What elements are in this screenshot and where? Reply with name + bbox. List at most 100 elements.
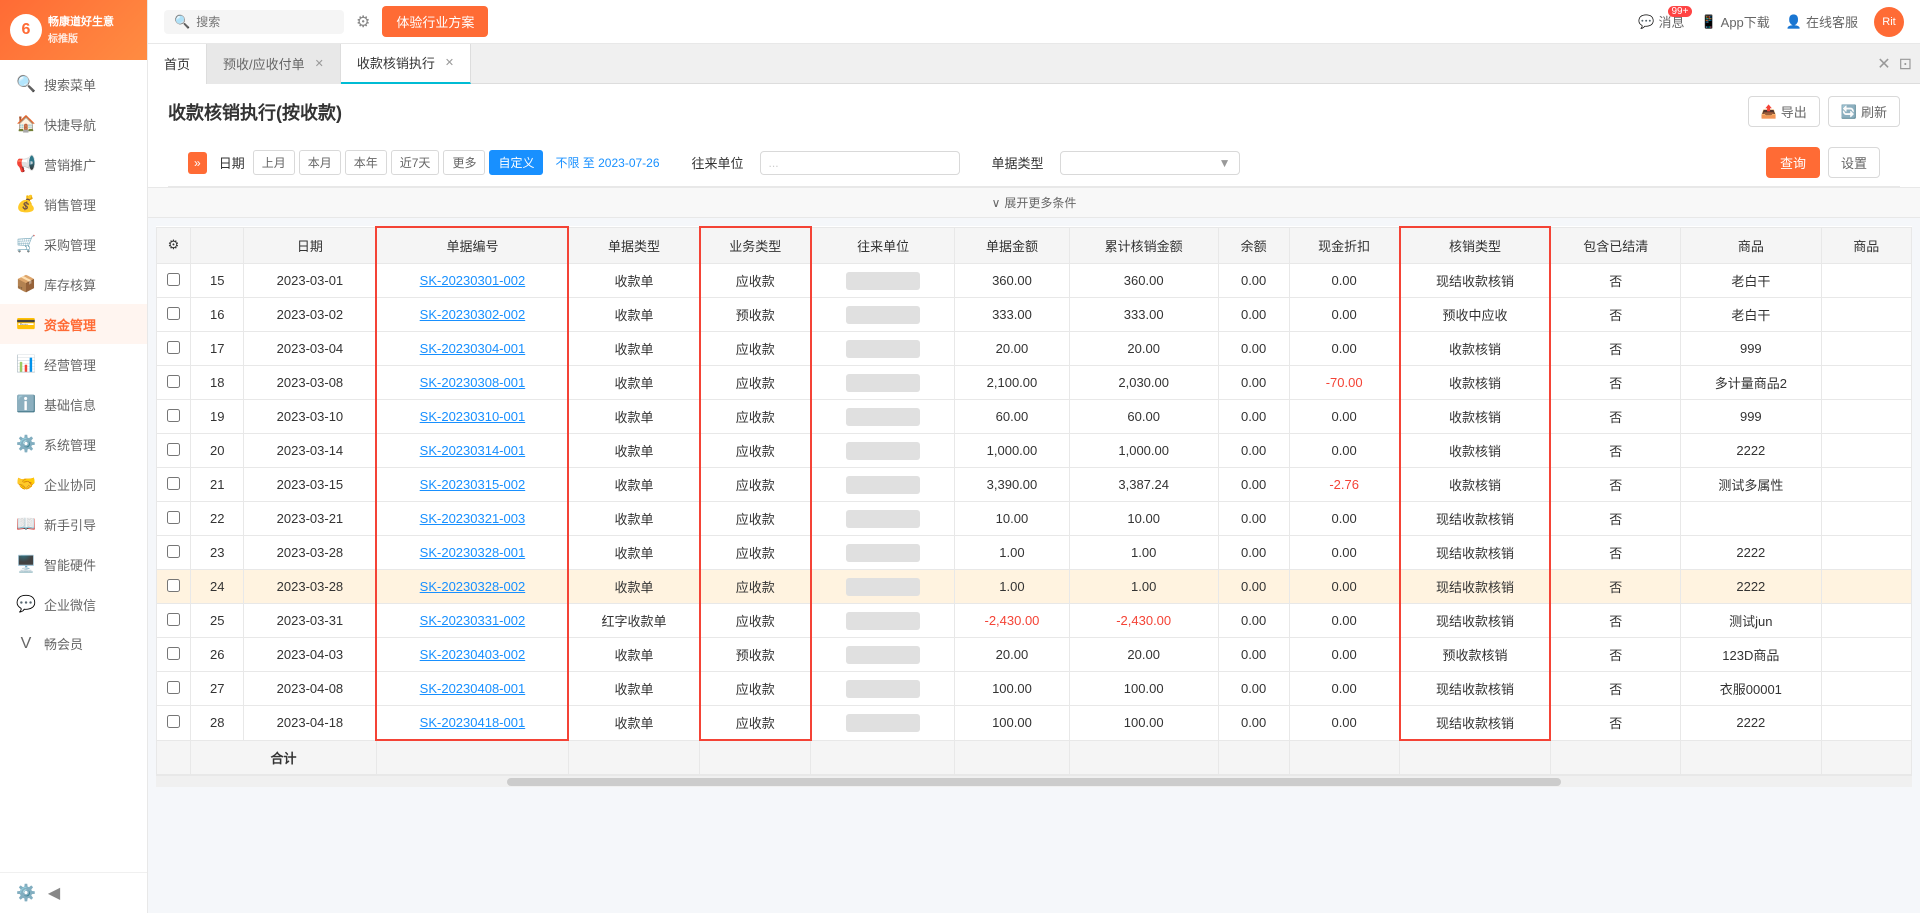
tab-prereceipt[interactable]: 预收/应收付单 ✕ <box>207 44 341 84</box>
sidebar-item-purchase[interactable]: 🛒采购管理 <box>0 224 147 264</box>
row-checkbox[interactable] <box>167 341 180 354</box>
table-settings-icon[interactable]: ⚙ <box>168 237 180 252</box>
cell-checkbox[interactable] <box>157 570 191 604</box>
tab-prereceipt-close[interactable]: ✕ <box>315 57 324 70</box>
cell-checkbox[interactable] <box>157 468 191 502</box>
settings-filter-button[interactable]: 设置 <box>1828 147 1880 178</box>
cell-checkbox[interactable] <box>157 672 191 706</box>
col-header-settings[interactable]: ⚙ <box>157 227 191 264</box>
sidebar-item-quick-nav[interactable]: 🏠快捷导航 <box>0 104 147 144</box>
date-btn-this-year[interactable]: 本年 <box>345 150 387 175</box>
row-checkbox[interactable] <box>167 647 180 660</box>
row-checkbox[interactable] <box>167 307 180 320</box>
sidebar-collapse-icon[interactable]: ◀ <box>48 883 60 903</box>
bill-no-link[interactable]: SK-20230314-001 <box>420 443 526 458</box>
bill-no-link[interactable]: SK-20230321-003 <box>420 511 526 526</box>
cell-checkbox[interactable] <box>157 502 191 536</box>
online-service-button[interactable]: 👤 在线客服 <box>1786 12 1858 31</box>
sidebar-item-operation[interactable]: 📊经营管理 <box>0 344 147 384</box>
bill-no-link[interactable]: SK-20230304-001 <box>420 341 526 356</box>
row-checkbox[interactable] <box>167 715 180 728</box>
cell-bill-no[interactable]: SK-20230310-001 <box>376 400 568 434</box>
receipt-type-select[interactable]: ▼ <box>1060 151 1240 175</box>
cell-bill-no[interactable]: SK-20230302-002 <box>376 298 568 332</box>
tab-home[interactable]: 首页 <box>148 44 207 84</box>
cell-checkbox[interactable] <box>157 400 191 434</box>
cell-bill-no[interactable]: SK-20230328-001 <box>376 536 568 570</box>
date-btn-custom[interactable]: 自定义 <box>489 150 543 175</box>
sidebar-item-search[interactable]: 🔍搜索菜单 <box>0 64 147 104</box>
scrollbar-thumb[interactable] <box>507 778 1561 786</box>
cell-checkbox[interactable] <box>157 536 191 570</box>
horizontal-scrollbar[interactable] <box>156 775 1912 787</box>
search-input[interactable] <box>196 15 316 29</box>
bill-no-link[interactable]: SK-20230418-001 <box>420 715 526 730</box>
tab-close-icon[interactable]: ✕ <box>1877 54 1890 74</box>
collapse-filter-icon[interactable]: » <box>188 152 207 174</box>
tab-expand-icon[interactable]: ⊡ <box>1899 54 1912 74</box>
cell-checkbox[interactable] <box>157 366 191 400</box>
user-avatar[interactable]: Rit <box>1874 7 1904 37</box>
tab-receipt-verify[interactable]: 收款核销执行 ✕ <box>341 44 471 84</box>
expand-conditions-button[interactable]: ∨ 展开更多条件 <box>992 194 1077 211</box>
cell-bill-no[interactable]: SK-20230408-001 <box>376 672 568 706</box>
cell-bill-no[interactable]: SK-20230304-001 <box>376 332 568 366</box>
bill-no-link[interactable]: SK-20230403-002 <box>420 647 526 662</box>
row-checkbox[interactable] <box>167 273 180 286</box>
topbar-gear-icon[interactable]: ⚙ <box>356 12 370 32</box>
tab-receipt-verify-close[interactable]: ✕ <box>445 56 454 69</box>
cell-bill-no[interactable]: SK-20230301-002 <box>376 264 568 298</box>
partner-filter-input[interactable]: ... <box>760 151 960 175</box>
bill-no-link[interactable]: SK-20230328-002 <box>420 579 526 594</box>
bill-no-link[interactable]: SK-20230310-001 <box>420 409 526 424</box>
sidebar-item-guide[interactable]: 📖新手引导 <box>0 504 147 544</box>
cell-checkbox[interactable] <box>157 332 191 366</box>
query-button[interactable]: 查询 <box>1766 147 1820 178</box>
date-btn-more[interactable]: 更多 <box>443 150 485 175</box>
sidebar-item-wechat[interactable]: 💬企业微信 <box>0 584 147 624</box>
sidebar-item-member[interactable]: V畅会员 <box>0 624 147 663</box>
cell-bill-no[interactable]: SK-20230418-001 <box>376 706 568 741</box>
row-checkbox[interactable] <box>167 545 180 558</box>
date-btn-this-month[interactable]: 本月 <box>299 150 341 175</box>
bill-no-link[interactable]: SK-20230328-001 <box>420 545 526 560</box>
cell-checkbox[interactable] <box>157 638 191 672</box>
sidebar-item-finance[interactable]: 💳资金管理 <box>0 304 147 344</box>
row-checkbox[interactable] <box>167 511 180 524</box>
cell-bill-no[interactable]: SK-20230321-003 <box>376 502 568 536</box>
cell-bill-no[interactable]: SK-20230331-002 <box>376 604 568 638</box>
bill-no-link[interactable]: SK-20230408-001 <box>420 681 526 696</box>
row-checkbox[interactable] <box>167 579 180 592</box>
app-download-button[interactable]: 📱 App下载 <box>1700 12 1769 31</box>
row-checkbox[interactable] <box>167 681 180 694</box>
sidebar-item-marketing[interactable]: 📢营销推广 <box>0 144 147 184</box>
cell-bill-no[interactable]: SK-20230314-001 <box>376 434 568 468</box>
sidebar-item-enterprise[interactable]: 🤝企业协同 <box>0 464 147 504</box>
topbar-search-container[interactable]: 🔍 <box>164 10 344 34</box>
bill-no-link[interactable]: SK-20230302-002 <box>420 307 526 322</box>
sidebar-item-basic[interactable]: ℹ️基础信息 <box>0 384 147 424</box>
cell-bill-no[interactable]: SK-20230315-002 <box>376 468 568 502</box>
sidebar-settings-icon[interactable]: ⚙️ <box>16 883 36 903</box>
cell-bill-no[interactable]: SK-20230328-002 <box>376 570 568 604</box>
cell-checkbox[interactable] <box>157 264 191 298</box>
message-button[interactable]: 💬 消息 99+ <box>1638 12 1684 31</box>
bill-no-link[interactable]: SK-20230315-002 <box>420 477 526 492</box>
bill-no-link[interactable]: SK-20230331-002 <box>420 613 526 628</box>
row-checkbox[interactable] <box>167 613 180 626</box>
date-btn-prev-month[interactable]: 上月 <box>253 150 295 175</box>
sidebar-item-sales[interactable]: 💰销售管理 <box>0 184 147 224</box>
bill-no-link[interactable]: SK-20230308-001 <box>420 375 526 390</box>
export-button[interactable]: 📤 导出 <box>1748 96 1820 127</box>
cell-checkbox[interactable] <box>157 298 191 332</box>
sidebar-item-inventory[interactable]: 📦库存核算 <box>0 264 147 304</box>
cell-checkbox[interactable] <box>157 434 191 468</box>
row-checkbox[interactable] <box>167 477 180 490</box>
cell-bill-no[interactable]: SK-20230403-002 <box>376 638 568 672</box>
row-checkbox[interactable] <box>167 443 180 456</box>
sidebar-item-hardware[interactable]: 🖥️智能硬件 <box>0 544 147 584</box>
sidebar-item-system[interactable]: ⚙️系统管理 <box>0 424 147 464</box>
bill-no-link[interactable]: SK-20230301-002 <box>420 273 526 288</box>
row-checkbox[interactable] <box>167 409 180 422</box>
cell-checkbox[interactable] <box>157 604 191 638</box>
